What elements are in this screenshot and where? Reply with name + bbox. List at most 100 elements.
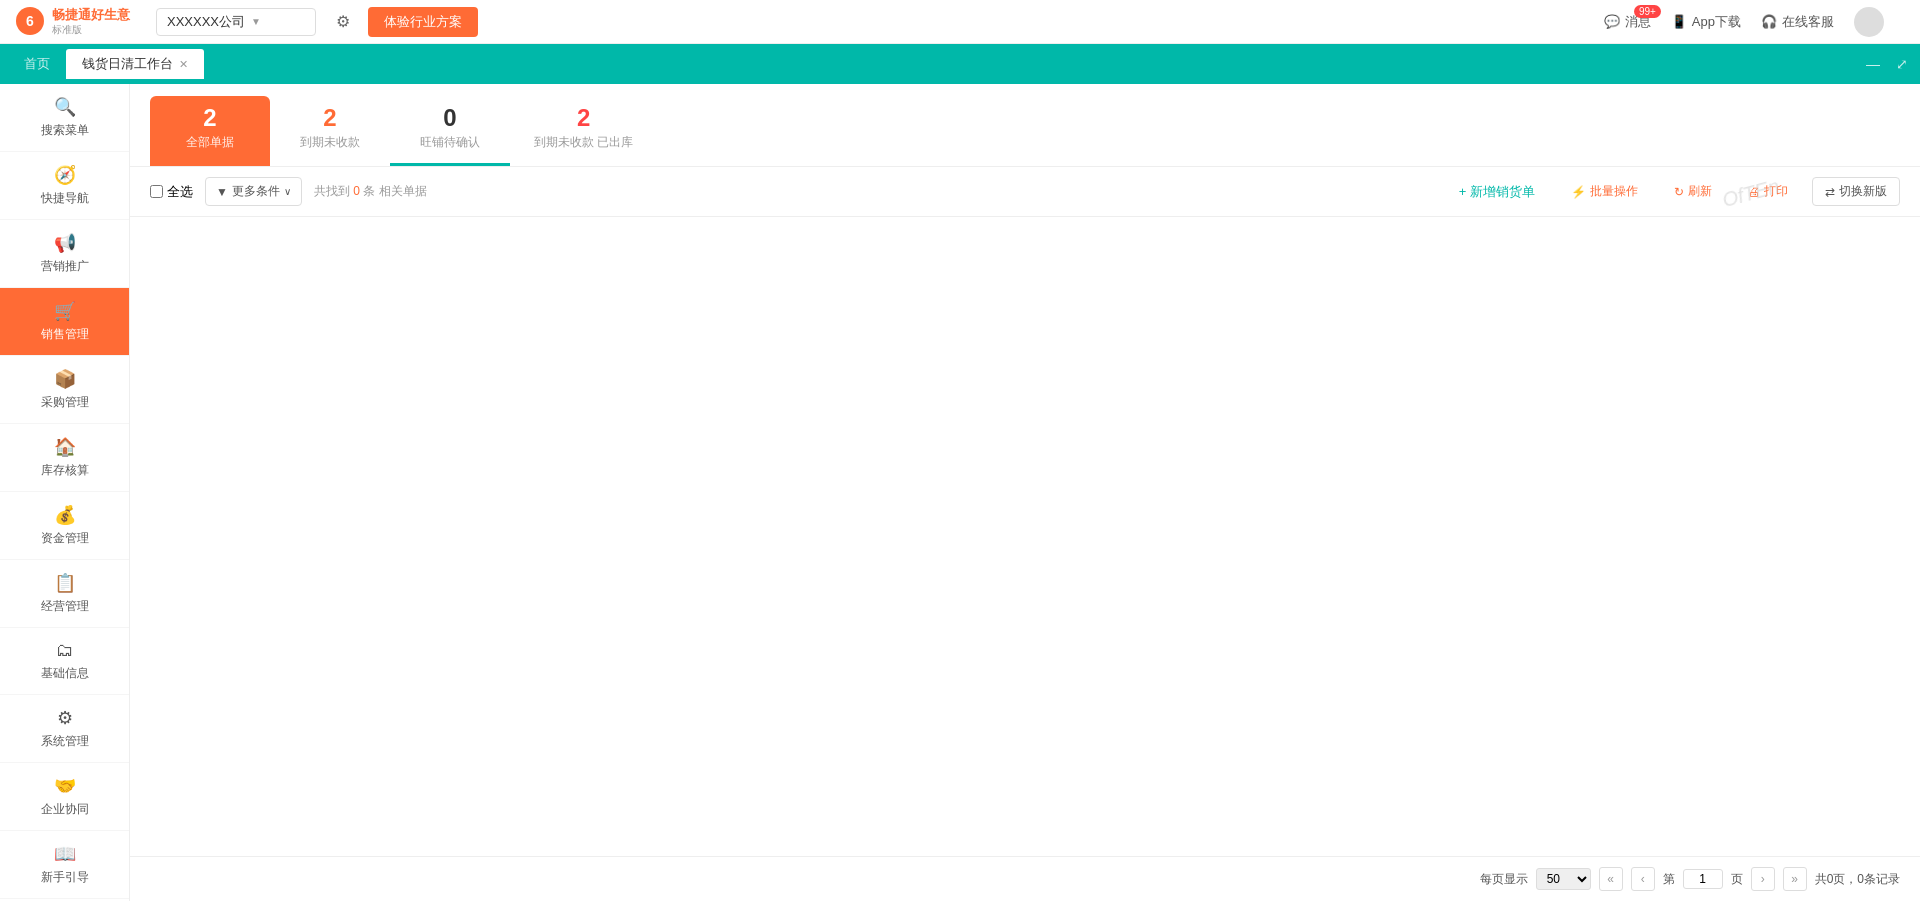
filter-button[interactable]: ▼ 更多条件 ∨ (205, 177, 302, 206)
stat-card-shipped[interactable]: 2 到期未收款 已出库 (510, 96, 657, 166)
sidebar-item-search[interactable]: 🔍 搜索菜单 (0, 84, 129, 152)
first-page-button[interactable]: « (1599, 867, 1623, 891)
main-layout: 🔍 搜索菜单 🧭 快捷导航 📢 营销推广 🛒 销售管理 📦 采购管理 🏠 库存核… (0, 84, 1920, 901)
box-icon: 📦 (54, 368, 76, 390)
stat-num-pending: 0 (414, 104, 486, 132)
sidebar-marketing-label: 营销推广 (41, 258, 89, 275)
company-dropdown-arrow: ▼ (251, 16, 261, 27)
refresh-label: 刷新 (1688, 183, 1712, 200)
sidebar-guide-label: 新手引导 (41, 869, 89, 886)
clipboard-icon: 📋 (54, 572, 76, 594)
stat-card-overdue[interactable]: 2 到期未收款 (270, 96, 390, 166)
stat-num-overdue: 2 (294, 104, 366, 132)
book-icon: 📖 (54, 843, 76, 865)
batch-operation-button[interactable]: ⚡ 批量操作 (1559, 178, 1650, 205)
folder-icon: 🗂 (56, 640, 74, 661)
tab-workbench[interactable]: 钱货日清工作台 ✕ (66, 49, 204, 79)
sidebar-quicknav-label: 快捷导航 (41, 190, 89, 207)
sidebar-item-enterprise[interactable]: 🤝 企业协同 (0, 763, 129, 831)
nav-tabs-right: — ⤢ (1862, 52, 1912, 76)
settings-button[interactable]: ⚙ (328, 7, 358, 37)
filter-label: 更多条件 (232, 183, 280, 200)
next-page-button[interactable]: › (1751, 867, 1775, 891)
stat-card-all[interactable]: 2 全部单据 (150, 96, 270, 166)
prev-page-button[interactable]: ‹ (1631, 867, 1655, 891)
megaphone-icon: 📢 (54, 232, 76, 254)
sidebar-search-label: 搜索菜单 (41, 122, 89, 139)
sidebar-item-finance[interactable]: 💰 资金管理 (0, 492, 129, 560)
tab-close-icon[interactable]: ✕ (179, 58, 188, 71)
next-page-icon: › (1761, 872, 1765, 886)
toolbar: 全选 ▼ 更多条件 ∨ 共找到 0 条 相关单据 + 新增销货单 ⚡ 批量操作 (130, 167, 1920, 217)
sidebar-finance-label: 资金管理 (41, 530, 89, 547)
tab-minimize-button[interactable]: — (1862, 52, 1884, 76)
app-download-label: App下载 (1692, 13, 1741, 31)
batch-icon: ⚡ (1571, 185, 1586, 199)
select-all-input[interactable] (150, 185, 163, 198)
gear-icon: ⚙ (336, 12, 350, 31)
logo-main-text: 畅捷通好生意 (52, 7, 130, 24)
avatar[interactable] (1854, 7, 1884, 37)
tab-maximize-button[interactable]: ⤢ (1892, 52, 1912, 76)
sidebar-item-operations[interactable]: 📋 经营管理 (0, 560, 129, 628)
handshake-icon: 🤝 (54, 775, 76, 797)
sidebar-enterprise-label: 企业协同 (41, 801, 89, 818)
tab-home[interactable]: 首页 (8, 49, 66, 79)
message-badge: 99+ (1634, 5, 1661, 18)
system-icon: ⚙ (57, 707, 73, 729)
refresh-icon: ↻ (1674, 185, 1684, 199)
sidebar-item-basic-info[interactable]: 🗂 基础信息 (0, 628, 129, 695)
filter-icon: ▼ (216, 185, 228, 199)
sidebar-item-purchase[interactable]: 📦 采购管理 (0, 356, 129, 424)
compass-icon: 🧭 (54, 164, 76, 186)
company-selector[interactable]: XXXXXX公司 ▼ (156, 8, 316, 36)
sidebar: 🔍 搜索菜单 🧭 快捷导航 📢 营销推广 🛒 销售管理 📦 采购管理 🏠 库存核… (0, 84, 130, 901)
nav-tabs: 首页 钱货日清工作台 ✕ — ⤢ (0, 44, 1920, 84)
switch-icon: ⇄ (1825, 185, 1835, 199)
sidebar-item-quicknav[interactable]: 🧭 快捷导航 (0, 152, 129, 220)
message-button[interactable]: 💬 消息 99+ (1604, 13, 1651, 31)
phone-icon: 📱 (1671, 14, 1687, 29)
home-icon: 🏠 (54, 436, 76, 458)
page-prefix: 第 (1663, 871, 1675, 888)
stats-bar: 2 全部单据 2 到期未收款 0 旺铺待确认 2 到期未收款 已出库 (130, 84, 1920, 167)
found-prefix: 共找到 (314, 184, 350, 198)
company-name: XXXXXX公司 (167, 13, 245, 31)
pagination-bar: 每页显示 50 100 200 « ‹ 第 页 › » 共0页，0条记录 (130, 856, 1920, 901)
stat-label-shipped: 到期未收款 已出库 (534, 134, 633, 151)
stat-num-shipped: 2 (534, 104, 633, 132)
tab-workbench-label: 钱货日清工作台 (82, 55, 173, 73)
online-service-button[interactable]: 🎧 在线客服 (1761, 13, 1834, 31)
refresh-button[interactable]: ↻ 刷新 (1662, 178, 1724, 205)
print-button[interactable]: 🖨 打印 (1736, 178, 1800, 205)
select-all-checkbox[interactable]: 全选 (150, 183, 193, 201)
last-page-button[interactable]: » (1783, 867, 1807, 891)
money-icon: 💰 (54, 504, 76, 526)
app-download-button[interactable]: 📱 App下载 (1671, 13, 1741, 31)
stat-label-pending: 旺铺待确认 (414, 134, 486, 151)
per-page-select[interactable]: 50 100 200 (1536, 868, 1591, 890)
sidebar-item-marketing[interactable]: 📢 营销推广 (0, 220, 129, 288)
trial-button[interactable]: 体验行业方案 (368, 7, 478, 37)
online-service-label: 在线客服 (1782, 13, 1834, 31)
page-number-input[interactable] (1683, 869, 1723, 889)
sidebar-item-guide[interactable]: 📖 新手引导 (0, 831, 129, 899)
found-text: 共找到 0 条 相关单据 (314, 183, 427, 200)
logo-text: 畅捷通好生意 标准版 (52, 7, 130, 37)
stat-card-pending[interactable]: 0 旺铺待确认 (390, 96, 510, 166)
stat-label-overdue: 到期未收款 (294, 134, 366, 151)
related-label: 相关单据 (379, 184, 427, 198)
sidebar-item-sales[interactable]: 🛒 销售管理 (0, 288, 129, 356)
sidebar-basicinfo-label: 基础信息 (41, 665, 89, 682)
found-unit: 条 (363, 184, 375, 198)
headset-icon: 🎧 (1761, 14, 1777, 29)
logo-area: 6 畅捷通好生意 标准版 (16, 7, 146, 37)
switch-version-button[interactable]: ⇄ 切换新版 (1812, 177, 1900, 206)
batch-label: 批量操作 (1590, 183, 1638, 200)
sidebar-item-inventory[interactable]: 🏠 库存核算 (0, 424, 129, 492)
print-icon: 🖨 (1748, 185, 1760, 199)
sidebar-item-system[interactable]: ⚙ 系统管理 (0, 695, 129, 763)
add-sales-order-button[interactable]: + 新增销货单 (1447, 178, 1547, 206)
toolbar-right: + 新增销货单 ⚡ 批量操作 ↻ 刷新 🖨 打印 ⇄ 切换新版 (1447, 177, 1900, 206)
content-area: 2 全部单据 2 到期未收款 0 旺铺待确认 2 到期未收款 已出库 全选 (130, 84, 1920, 901)
